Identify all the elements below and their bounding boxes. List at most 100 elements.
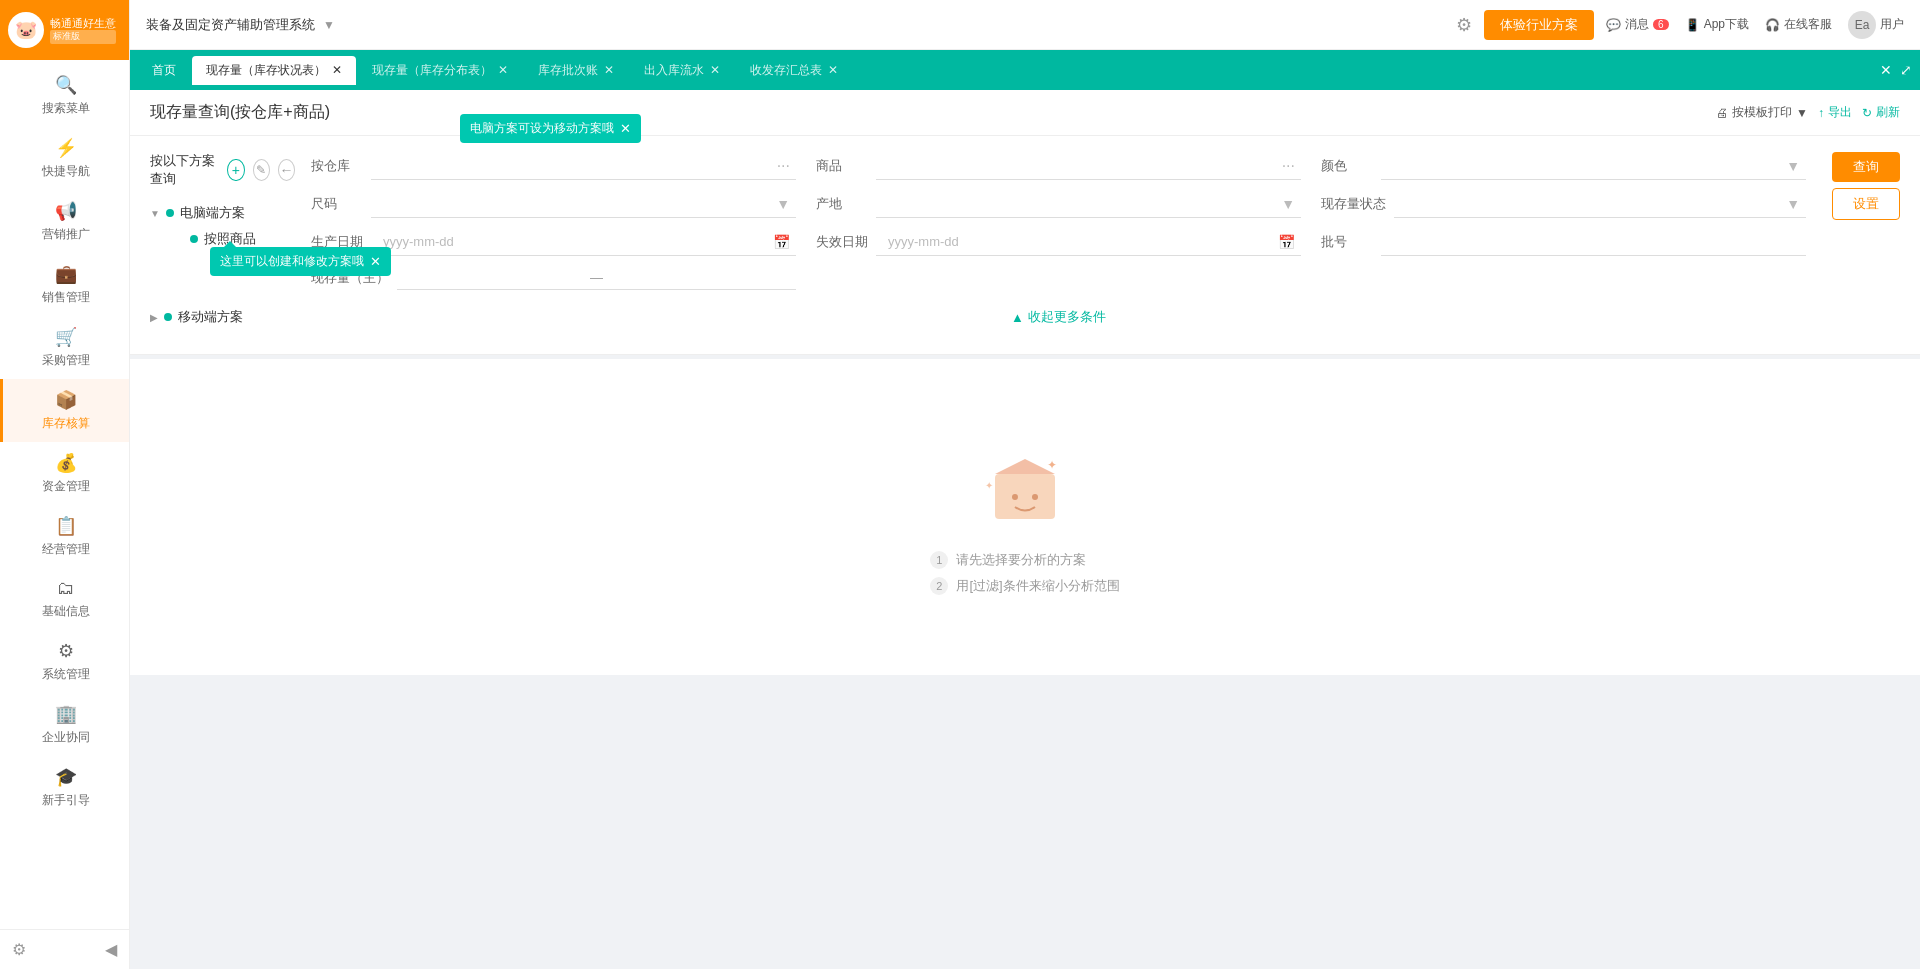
page-actions: 🖨 按模板打印 ▼ ↑ 导出 ↻ 刷新 <box>1716 104 1900 121</box>
color-input[interactable] <box>1387 154 1786 177</box>
reset-button[interactable]: 设置 <box>1832 188 1900 220</box>
print-label: 按模板打印 <box>1732 104 1792 121</box>
message-button[interactable]: 💬 消息 6 <box>1606 16 1669 33</box>
mobile-scheme-label[interactable]: 移动端方案 <box>178 308 243 326</box>
mobile-scheme-arrow[interactable]: ▶ <box>150 312 158 323</box>
mobile-dot-icon <box>164 313 172 321</box>
tab-inventory-status[interactable]: 现存量（库存状况表） ✕ <box>192 56 356 85</box>
tooltip-edit-close[interactable]: ✕ <box>370 254 381 269</box>
mobile-scheme-node: ▶ 移动端方案 <box>150 304 295 330</box>
empty-illustration: ✦ ✦ <box>975 439 1075 539</box>
tooltip-edit-text: 这里可以创建和修改方案哦 <box>220 253 364 270</box>
tab-close-icon[interactable]: ✕ <box>710 64 720 76</box>
warehouse-dots-icon[interactable]: ··· <box>777 157 790 175</box>
filter-exp-date-row: 失效日期 📅 <box>816 228 1301 256</box>
calendar-icon[interactable]: 📅 <box>773 234 790 250</box>
goods-input[interactable] <box>882 154 1282 177</box>
tab-label: 现存量（库存状况表） <box>206 62 326 79</box>
expand-button[interactable]: ⤢ <box>1900 62 1912 78</box>
color-chevron-icon[interactable]: ▼ <box>1786 158 1800 174</box>
tab-close-icon[interactable]: ✕ <box>332 64 342 76</box>
settings-icon[interactable]: ⚙ <box>12 940 26 959</box>
sidebar-item-label: 采购管理 <box>42 352 90 369</box>
stock-status-input-wrapper: ▼ <box>1394 190 1806 218</box>
sidebar-item-label: 营销推广 <box>42 226 90 243</box>
page-title: 现存量查询(按仓库+商品) <box>150 102 330 123</box>
tab-inout-flow[interactable]: 出入库流水 ✕ <box>630 56 734 85</box>
sidebar-item-quicknav[interactable]: ⚡ 快捷导航 <box>0 127 129 190</box>
sidebar-item-marketing[interactable]: 📢 营销推广 <box>0 190 129 253</box>
settings-button[interactable]: ⚙ <box>1456 14 1472 36</box>
tab-batch-account[interactable]: 库存批次账 ✕ <box>524 56 628 85</box>
tab-receive-summary[interactable]: 收发存汇总表 ✕ <box>736 56 852 85</box>
warehouse-input-wrapper: ··· <box>371 152 796 180</box>
tab-close-icon[interactable]: ✕ <box>604 64 614 76</box>
sidebar-item-search[interactable]: 🔍 搜索菜单 <box>0 64 129 127</box>
print-button[interactable]: 🖨 按模板打印 ▼ <box>1716 104 1808 121</box>
filter-size-row: 尺码 ▼ <box>311 190 796 218</box>
refresh-button[interactable]: ↻ 刷新 <box>1862 104 1900 121</box>
stock-status-input[interactable] <box>1400 192 1786 215</box>
collapse-row[interactable]: ▲ 收起更多条件 <box>311 300 1806 334</box>
stock-qty-min-input[interactable] <box>397 268 586 287</box>
size-input[interactable] <box>377 192 776 215</box>
exp-date-label: 失效日期 <box>816 233 868 251</box>
support-button[interactable]: 🎧 在线客服 <box>1765 16 1832 33</box>
goods-dots-icon[interactable]: ··· <box>1282 157 1295 175</box>
user-avatar: Ea <box>1848 11 1876 39</box>
export-label: 导出 <box>1828 104 1852 121</box>
system-dropdown-icon[interactable]: ▼ <box>323 18 335 32</box>
export-button[interactable]: ↑ 导出 <box>1818 104 1852 121</box>
app-download-button[interactable]: 📱 App下载 <box>1685 16 1749 33</box>
add-scheme-button[interactable]: + <box>227 159 244 181</box>
collapse-label: 收起更多条件 <box>1028 308 1106 326</box>
stock-status-chevron-icon[interactable]: ▼ <box>1786 196 1800 212</box>
query-button[interactable]: 查询 <box>1832 152 1900 182</box>
sidebar-item-label: 库存核算 <box>42 415 90 432</box>
sidebar-item-operations[interactable]: 📋 经营管理 <box>0 505 129 568</box>
sidebar-item-finance[interactable]: 💰 资金管理 <box>0 442 129 505</box>
pc-scheme-label[interactable]: 电脑端方案 <box>180 204 245 222</box>
collapse-sidebar-icon[interactable]: ◀ <box>105 940 117 959</box>
tooltip-pc-close[interactable]: ✕ <box>620 121 631 136</box>
sidebar-item-enterprise[interactable]: 🏢 企业协同 <box>0 693 129 756</box>
filter-batch-row: 批号 <box>1321 228 1806 256</box>
filter-grid: 按仓库 ··· 商品 ··· <box>311 152 1806 290</box>
pc-scheme-arrow[interactable]: ▼ <box>150 208 160 219</box>
sidebar-item-sales[interactable]: 💼 销售管理 <box>0 253 129 316</box>
sidebar-item-basic[interactable]: 🗂 基础信息 <box>0 568 129 630</box>
message-icon: 💬 <box>1606 18 1621 32</box>
sidebar-item-system[interactable]: ⚙ 系统管理 <box>0 630 129 693</box>
tab-inventory-dist[interactable]: 现存量（库存分布表） ✕ <box>358 56 522 85</box>
tab-close-icon[interactable]: ✕ <box>828 64 838 76</box>
calendar2-icon[interactable]: 📅 <box>1278 234 1295 250</box>
avatar-text: Ea <box>1855 18 1870 32</box>
mfg-date-input[interactable] <box>377 230 773 253</box>
trial-button[interactable]: 体验行业方案 <box>1484 10 1594 40</box>
tab-home[interactable]: 首页 <box>138 56 190 85</box>
phone-icon: 📱 <box>1685 18 1700 32</box>
cart-icon: 🛒 <box>55 326 77 348</box>
edit-scheme-button[interactable]: ✎ <box>253 159 270 181</box>
page-header: 现存量查询(按仓库+商品) 🖨 按模板打印 ▼ ↑ 导出 ↻ 刷新 <box>130 90 1920 136</box>
sidebar-item-label: 销售管理 <box>42 289 90 306</box>
user-area[interactable]: Ea 用户 <box>1848 11 1904 39</box>
origin-chevron-icon[interactable]: ▼ <box>1281 196 1295 212</box>
sidebar-item-purchase[interactable]: 🛒 采购管理 <box>0 316 129 379</box>
svg-rect-0 <box>995 474 1055 519</box>
origin-input[interactable] <box>882 192 1281 215</box>
warehouse-input[interactable] <box>377 154 777 177</box>
exp-date-input[interactable] <box>882 230 1278 253</box>
close-all-tabs-button[interactable]: ✕ <box>1880 62 1892 78</box>
sidebar-item-guide[interactable]: 🎓 新手引导 <box>0 756 129 819</box>
stock-qty-max-input[interactable] <box>607 268 796 287</box>
size-chevron-icon[interactable]: ▼ <box>776 196 790 212</box>
tab-close-icon[interactable]: ✕ <box>498 64 508 76</box>
sidebar-item-inventory[interactable]: 📦 库存核算 <box>0 379 129 442</box>
tab-label: 收发存汇总表 <box>750 62 822 79</box>
batch-input[interactable] <box>1387 230 1800 253</box>
stock-status-label: 现存量状态 <box>1321 195 1386 213</box>
empty-tips: 1 请先选择要分析的方案 2 用[过滤]条件来缩小分析范围 <box>930 551 1119 595</box>
print-dropdown-icon[interactable]: ▼ <box>1796 106 1808 120</box>
back-button[interactable]: ← <box>278 159 295 181</box>
